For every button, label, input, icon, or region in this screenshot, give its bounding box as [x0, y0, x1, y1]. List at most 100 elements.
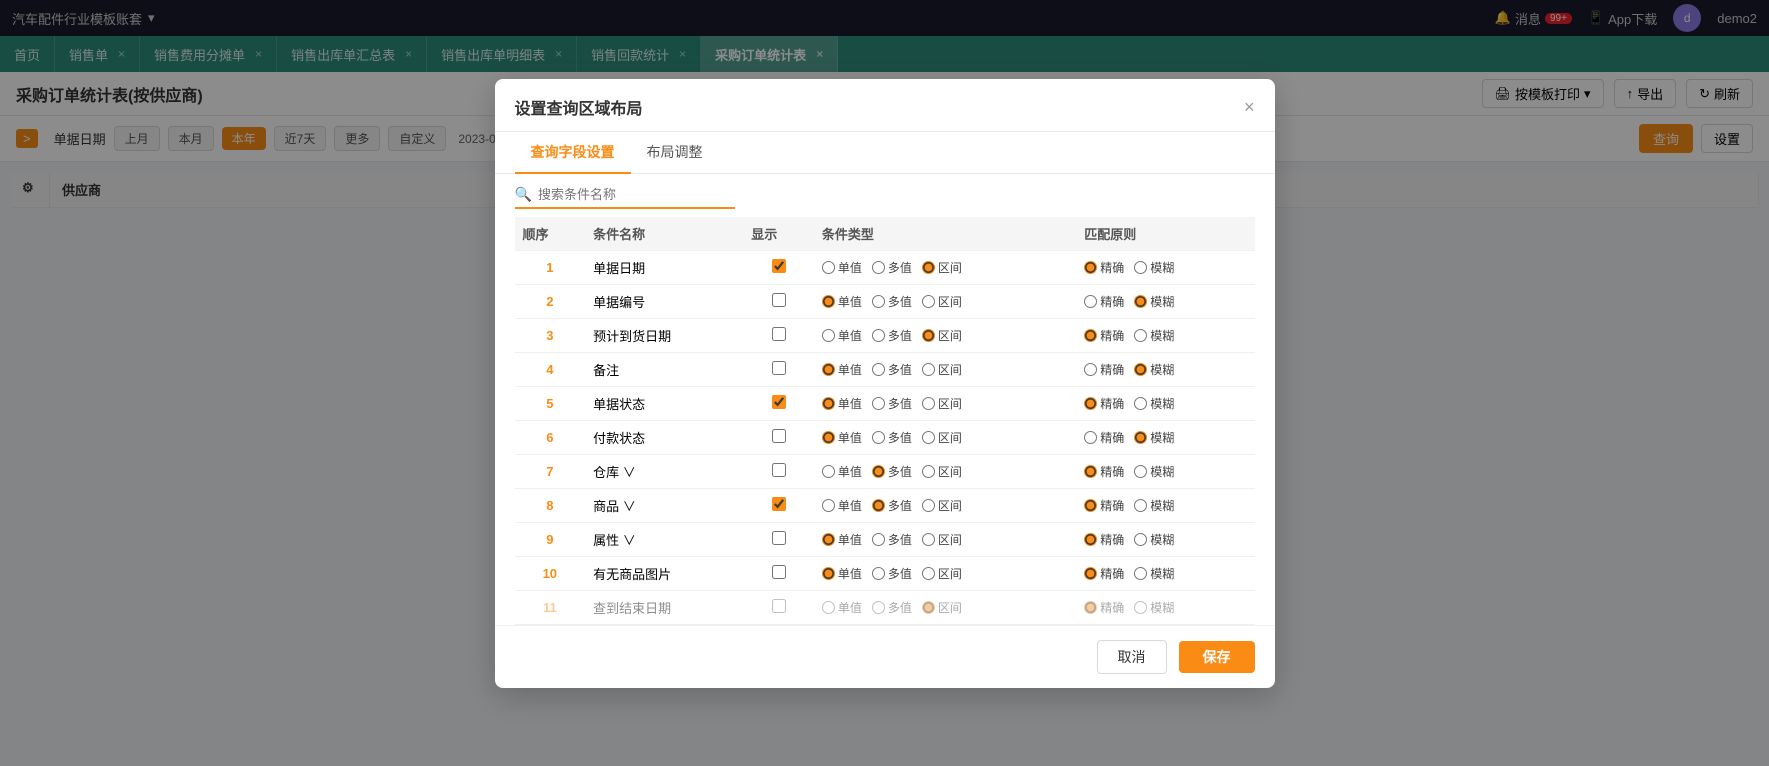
type-radio[interactable]	[872, 295, 885, 308]
type-radio-item[interactable]: 多值	[872, 327, 912, 344]
match-radio[interactable]	[1084, 465, 1097, 478]
match-radio-item[interactable]: 精确	[1084, 599, 1124, 616]
type-radio-item[interactable]: 单值	[822, 361, 862, 378]
display-checkbox[interactable]	[772, 259, 786, 273]
type-radio-item[interactable]: 区间	[922, 293, 962, 310]
match-radio[interactable]	[1084, 533, 1097, 546]
display-checkbox[interactable]	[772, 429, 786, 443]
type-radio[interactable]	[922, 329, 935, 342]
type-radio[interactable]	[872, 397, 885, 410]
match-radio[interactable]	[1084, 567, 1097, 580]
match-radio-item[interactable]: 精确	[1084, 531, 1124, 548]
type-radio-item[interactable]: 单值	[822, 497, 862, 514]
type-radio[interactable]	[922, 465, 935, 478]
type-radio[interactable]	[922, 397, 935, 410]
row-display[interactable]	[743, 420, 814, 454]
type-radio-item[interactable]: 区间	[922, 599, 962, 616]
type-radio-item[interactable]: 多值	[872, 565, 912, 582]
type-radio[interactable]	[922, 499, 935, 512]
search-input[interactable]	[538, 187, 718, 202]
match-radio[interactable]	[1084, 261, 1097, 274]
match-radio[interactable]	[1134, 465, 1147, 478]
type-radio[interactable]	[872, 601, 885, 614]
match-radio[interactable]	[1134, 601, 1147, 614]
match-radio[interactable]	[1084, 601, 1097, 614]
match-radio[interactable]	[1134, 533, 1147, 546]
type-radio[interactable]	[922, 261, 935, 274]
match-radio[interactable]	[1084, 295, 1097, 308]
type-radio-item[interactable]: 单值	[822, 531, 862, 548]
type-radio-item[interactable]: 多值	[872, 259, 912, 276]
cancel-button[interactable]: 取消	[1097, 640, 1167, 674]
save-button[interactable]: 保存	[1179, 641, 1255, 673]
match-radio-item[interactable]: 模糊	[1134, 599, 1174, 616]
type-radio-item[interactable]: 多值	[872, 599, 912, 616]
type-radio-item[interactable]: 区间	[922, 531, 962, 548]
match-radio[interactable]	[1134, 499, 1147, 512]
row-display[interactable]	[743, 284, 814, 318]
dialog-close-button[interactable]: ×	[1244, 98, 1255, 116]
type-radio[interactable]	[872, 465, 885, 478]
type-radio[interactable]	[822, 567, 835, 580]
type-radio-item[interactable]: 多值	[872, 429, 912, 446]
display-checkbox[interactable]	[772, 361, 786, 375]
match-radio-item[interactable]: 精确	[1084, 361, 1124, 378]
type-radio[interactable]	[822, 295, 835, 308]
match-radio[interactable]	[1084, 397, 1097, 410]
row-display[interactable]	[743, 318, 814, 352]
type-radio[interactable]	[922, 363, 935, 376]
match-radio[interactable]	[1134, 329, 1147, 342]
match-radio-item[interactable]: 精确	[1084, 565, 1124, 582]
match-radio[interactable]	[1134, 261, 1147, 274]
type-radio[interactable]	[922, 295, 935, 308]
row-display[interactable]	[743, 352, 814, 386]
row-display[interactable]	[743, 556, 814, 590]
row-display[interactable]	[743, 488, 814, 522]
type-radio[interactable]	[822, 261, 835, 274]
match-radio-item[interactable]: 精确	[1084, 395, 1124, 412]
match-radio[interactable]	[1084, 363, 1097, 376]
type-radio[interactable]	[822, 601, 835, 614]
match-radio-item[interactable]: 模糊	[1134, 361, 1174, 378]
type-radio[interactable]	[922, 567, 935, 580]
type-radio[interactable]	[922, 601, 935, 614]
type-radio-item[interactable]: 单值	[822, 327, 862, 344]
match-radio[interactable]	[1084, 499, 1097, 512]
row-display[interactable]	[743, 250, 814, 284]
type-radio[interactable]	[872, 499, 885, 512]
type-radio-item[interactable]: 单值	[822, 599, 862, 616]
type-radio-item[interactable]: 单值	[822, 463, 862, 480]
match-radio-item[interactable]: 模糊	[1134, 259, 1174, 276]
row-display[interactable]	[743, 454, 814, 488]
type-radio-item[interactable]: 多值	[872, 531, 912, 548]
type-radio[interactable]	[872, 567, 885, 580]
type-radio-item[interactable]: 单值	[822, 395, 862, 412]
type-radio-item[interactable]: 多值	[872, 463, 912, 480]
match-radio-item[interactable]: 精确	[1084, 463, 1124, 480]
match-radio-item[interactable]: 模糊	[1134, 293, 1174, 310]
type-radio-item[interactable]: 多值	[872, 497, 912, 514]
type-radio[interactable]	[822, 363, 835, 376]
type-radio-item[interactable]: 单值	[822, 293, 862, 310]
display-checkbox[interactable]	[772, 599, 786, 613]
display-checkbox[interactable]	[772, 293, 786, 307]
type-radio-item[interactable]: 多值	[872, 293, 912, 310]
row-display[interactable]	[743, 386, 814, 420]
match-radio-item[interactable]: 精确	[1084, 429, 1124, 446]
match-radio[interactable]	[1134, 567, 1147, 580]
type-radio[interactable]	[872, 533, 885, 546]
type-radio[interactable]	[822, 533, 835, 546]
type-radio-item[interactable]: 区间	[922, 463, 962, 480]
match-radio[interactable]	[1134, 431, 1147, 444]
match-radio-item[interactable]: 模糊	[1134, 327, 1174, 344]
type-radio-item[interactable]: 单值	[822, 259, 862, 276]
match-radio[interactable]	[1134, 295, 1147, 308]
match-radio[interactable]	[1134, 363, 1147, 376]
match-radio-item[interactable]: 模糊	[1134, 395, 1174, 412]
type-radio-item[interactable]: 单值	[822, 565, 862, 582]
type-radio-item[interactable]: 区间	[922, 497, 962, 514]
type-radio[interactable]	[922, 533, 935, 546]
row-display[interactable]	[743, 522, 814, 556]
type-radio[interactable]	[822, 397, 835, 410]
type-radio-item[interactable]: 区间	[922, 259, 962, 276]
